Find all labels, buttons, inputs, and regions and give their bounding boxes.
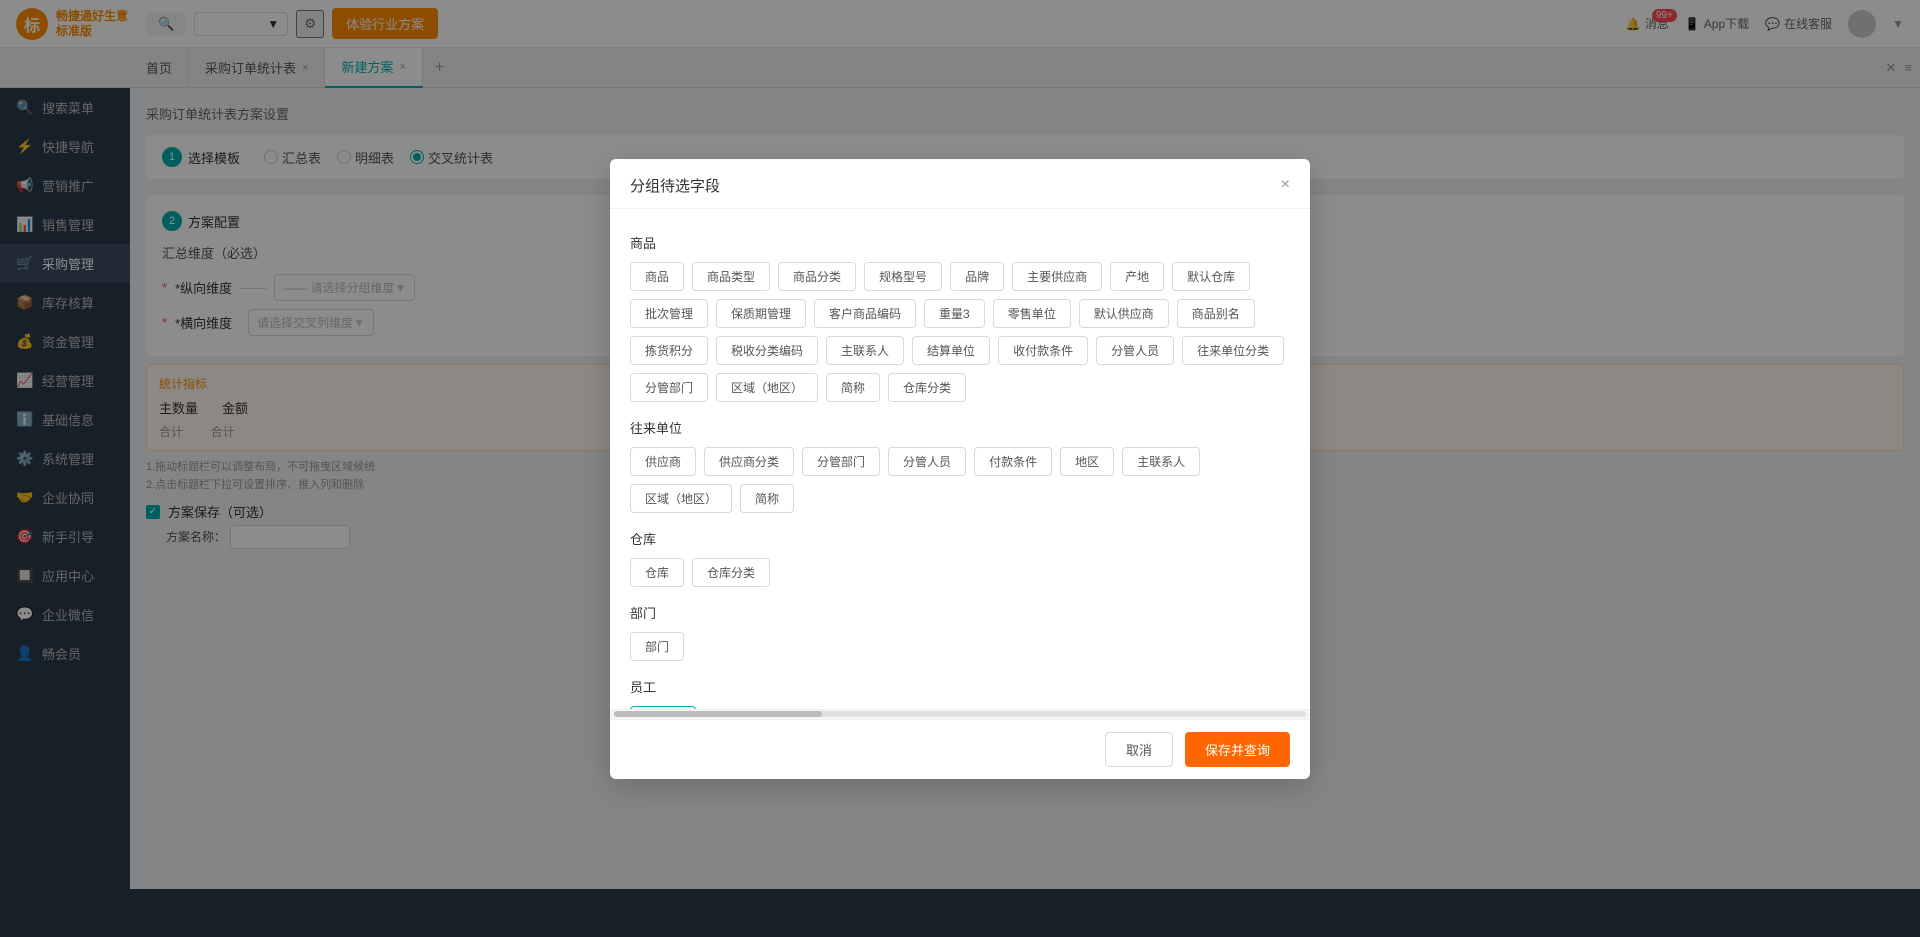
field-tag[interactable]: 部门	[630, 632, 684, 661]
field-tag[interactable]: 供应商分类	[704, 447, 794, 476]
field-tag[interactable]: 重量3	[924, 299, 985, 328]
modal-overlay: 分组待选字段 × 商品 商品 商品类型 商品分类 规格型号 品牌 主要供应商 产…	[0, 0, 1920, 937]
field-tag[interactable]: 收付款条件	[998, 336, 1088, 365]
field-tag[interactable]: 往来单位分类	[1182, 336, 1284, 365]
section-title-employee: 员工	[630, 677, 1290, 696]
field-tag[interactable]: 税收分类编码	[716, 336, 818, 365]
modal-hscroll[interactable]	[610, 709, 1310, 718]
confirm-button[interactable]: 保存并查询	[1185, 732, 1290, 767]
field-group-product: 商品 商品类型 商品分类 规格型号 品牌 主要供应商 产地 默认仓库 批次管理 …	[630, 262, 1290, 402]
section-title-product: 商品	[630, 233, 1290, 252]
field-tag[interactable]: 付款条件	[974, 447, 1052, 476]
field-tag[interactable]: 区域（地区）	[630, 484, 732, 513]
cancel-button[interactable]: 取消	[1105, 732, 1173, 767]
section-title-department: 部门	[630, 603, 1290, 622]
field-tag[interactable]: 拣货积分	[630, 336, 708, 365]
modal-close-button[interactable]: ×	[1281, 176, 1290, 194]
field-tag[interactable]: 默认仓库	[1172, 262, 1250, 291]
field-tag[interactable]: 简称	[740, 484, 794, 513]
section-title-partner: 往来单位	[630, 418, 1290, 437]
field-tag[interactable]: 客户商品编码	[814, 299, 916, 328]
field-tag[interactable]: 区域（地区）	[716, 373, 818, 402]
field-tag[interactable]: 地区	[1060, 447, 1114, 476]
field-tag[interactable]: 简称	[826, 373, 880, 402]
field-tag[interactable]: 主联系人	[826, 336, 904, 365]
modal-dialog: 分组待选字段 × 商品 商品 商品类型 商品分类 规格型号 品牌 主要供应商 产…	[610, 159, 1310, 779]
field-tag[interactable]: 供应商	[630, 447, 696, 476]
field-group-partner: 供应商 供应商分类 分管部门 分管人员 付款条件 地区 主联系人 区域（地区） …	[630, 447, 1290, 513]
field-group-warehouse: 仓库 仓库分类	[630, 558, 1290, 587]
field-tag[interactable]: 分管人员	[1096, 336, 1174, 365]
field-group-department: 部门	[630, 632, 1290, 661]
field-tag[interactable]: 结算单位	[912, 336, 990, 365]
field-tag[interactable]: 批次管理	[630, 299, 708, 328]
field-tag[interactable]: 仓库	[630, 558, 684, 587]
modal-header: 分组待选字段 ×	[610, 159, 1310, 209]
modal-footer: 取消 保存并查询	[610, 719, 1310, 779]
hscroll-track	[614, 711, 1306, 717]
field-tag[interactable]: 规格型号	[864, 262, 942, 291]
field-tag[interactable]: 主要供应商	[1012, 262, 1102, 291]
modal-title: 分组待选字段	[630, 175, 720, 196]
field-tag[interactable]: 保质期管理	[716, 299, 806, 328]
field-tag[interactable]: 默认供应商	[1079, 299, 1169, 328]
field-tag[interactable]: 仓库分类	[692, 558, 770, 587]
field-tag[interactable]: 商品	[630, 262, 684, 291]
field-tag[interactable]: 分管部门	[630, 373, 708, 402]
field-tag[interactable]: 商品类型	[692, 262, 770, 291]
field-tag[interactable]: 商品分类	[778, 262, 856, 291]
field-tag[interactable]: 分管部门	[802, 447, 880, 476]
field-tag[interactable]: 品牌	[950, 262, 1004, 291]
field-tag[interactable]: 分管人员	[888, 447, 966, 476]
section-title-warehouse: 仓库	[630, 529, 1290, 548]
modal-body: 商品 商品 商品类型 商品分类 规格型号 品牌 主要供应商 产地 默认仓库 批次…	[610, 209, 1310, 710]
field-tag[interactable]: 仓库分类	[888, 373, 966, 402]
field-tag[interactable]: 商品别名	[1177, 299, 1255, 328]
field-tag[interactable]: 产地	[1110, 262, 1164, 291]
field-tag[interactable]: 主联系人	[1122, 447, 1200, 476]
field-tag[interactable]: 零售单位	[993, 299, 1071, 328]
hscroll-thumb	[614, 711, 822, 717]
